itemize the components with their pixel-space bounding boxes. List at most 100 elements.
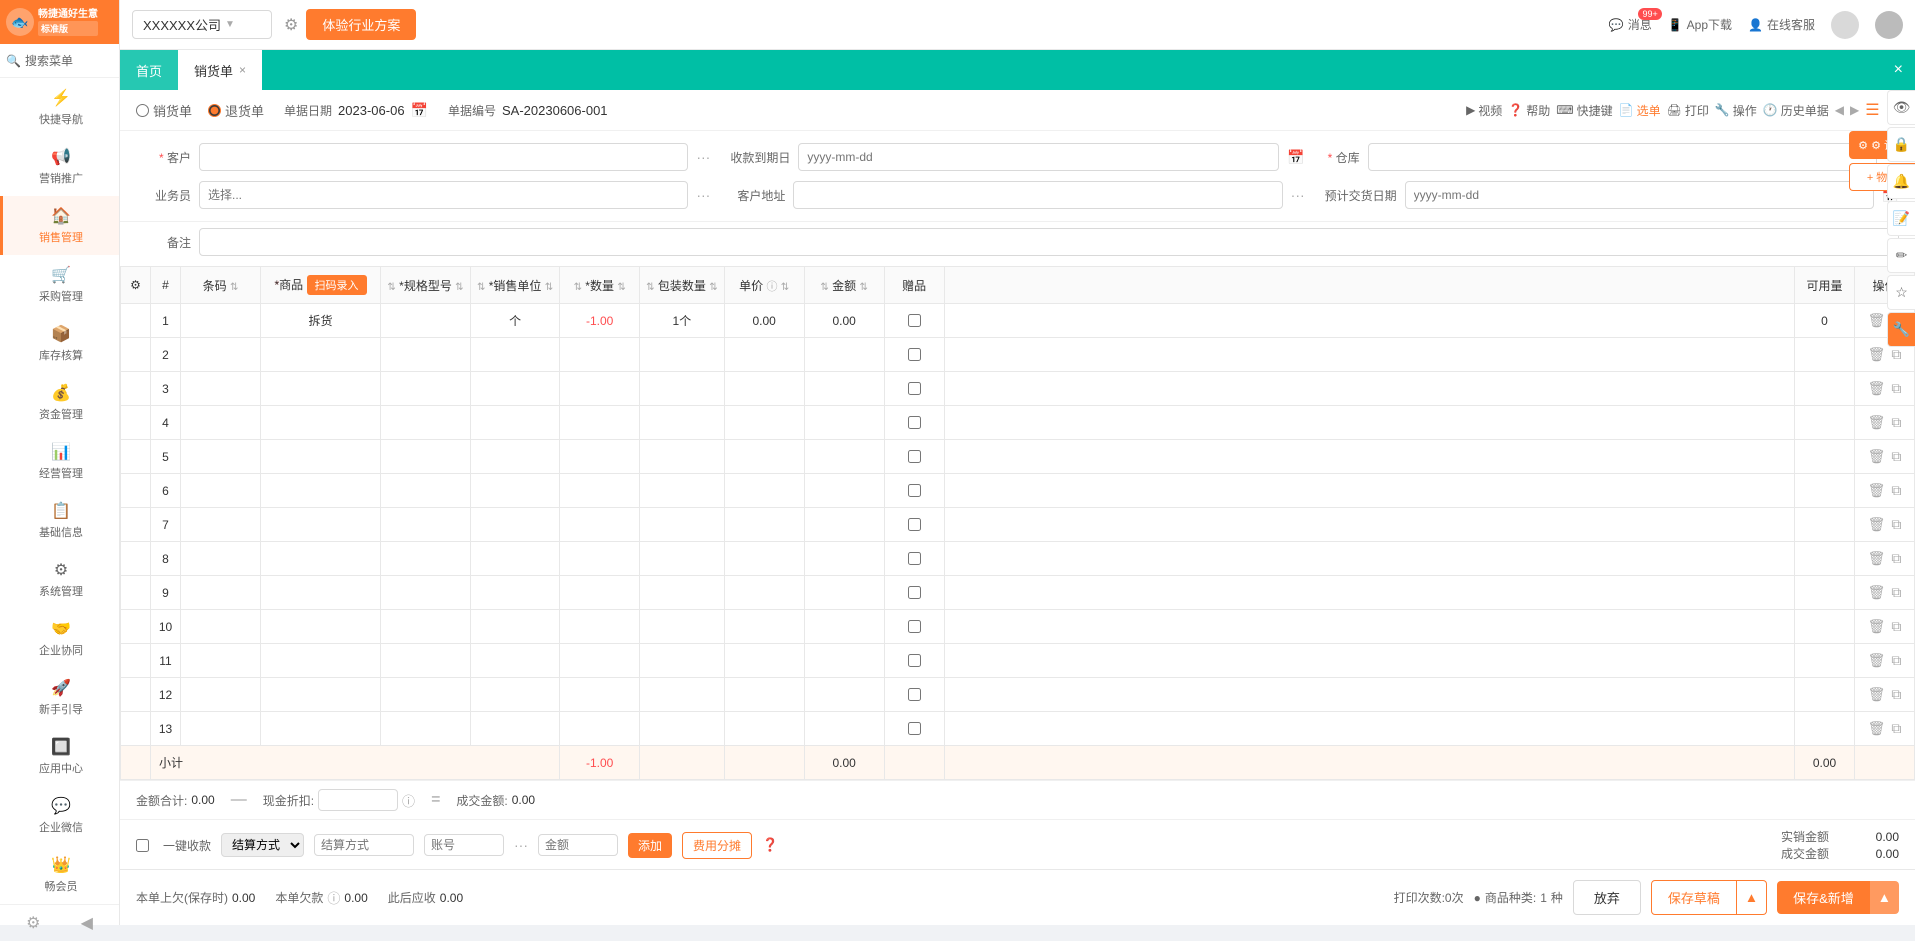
gift-checkbox[interactable] <box>908 450 921 463</box>
action-video[interactable]: ▶ 视频 <box>1466 102 1502 119</box>
message-item[interactable]: 💬 消息 99+ <box>1609 16 1652 33</box>
sidebar-item-operations[interactable]: 📊 经营管理 <box>0 432 119 491</box>
nav-prev-icon[interactable]: ◀ <box>1835 103 1844 117</box>
delete-icon[interactable]: 🗑 <box>1868 720 1886 737</box>
delete-icon[interactable]: 🗑 <box>1868 516 1886 533</box>
gift-checkbox[interactable] <box>908 484 921 497</box>
delete-icon[interactable]: 🗑 <box>1868 686 1886 703</box>
save-new-btn[interactable]: 保存&新增 <box>1777 881 1870 914</box>
salesperson-input[interactable] <box>199 181 688 209</box>
tab-sale-order[interactable]: 销货单 × <box>178 50 262 90</box>
gift-checkbox[interactable] <box>908 382 921 395</box>
gift-checkbox[interactable] <box>908 654 921 667</box>
trial-btn[interactable]: 体验行业方案 <box>306 9 416 40</box>
app-download-item[interactable]: 📱 App下载 <box>1668 16 1732 33</box>
sidebar-settings-icon[interactable]: ⚙ <box>26 913 40 933</box>
avatar[interactable] <box>1831 11 1859 39</box>
right-panel-btn-4[interactable]: 📝 <box>1887 201 1915 236</box>
right-panel-btn-3[interactable]: 🔔 <box>1887 164 1915 199</box>
sidebar-item-system[interactable]: ⚙ 系统管理 <box>0 550 119 609</box>
note-input[interactable] <box>199 228 1899 256</box>
settlement-input[interactable] <box>314 834 414 856</box>
td-pkgqty-1[interactable]: 1个 <box>640 304 724 338</box>
sidebar-item-marketing[interactable]: 📢 营销推广 <box>0 137 119 196</box>
sidebar-item-sales[interactable]: 🏠 销售管理 <box>0 196 119 255</box>
delete-icon[interactable]: 🗑 <box>1868 380 1886 397</box>
sidebar-item-basic-info[interactable]: 📋 基础信息 <box>0 491 119 550</box>
copy-icon[interactable]: ⧉ <box>1891 652 1901 669</box>
copy-icon[interactable]: ⧉ <box>1891 516 1901 533</box>
copy-icon[interactable]: ⧉ <box>1891 448 1901 465</box>
sidebar-item-apps[interactable]: 🔲 应用中心 <box>0 727 119 786</box>
copy-icon[interactable]: ⧉ <box>1891 584 1901 601</box>
copy-icon[interactable]: ⧉ <box>1891 380 1901 397</box>
action-history[interactable]: 🕐 历史单据 <box>1763 102 1829 119</box>
amount-input[interactable] <box>538 834 618 856</box>
add-payment-btn[interactable]: 添加 <box>628 833 672 858</box>
tab-home[interactable]: 首页 <box>120 50 178 90</box>
gift-checkbox[interactable] <box>908 518 921 531</box>
save-draft-arrow-btn[interactable]: ▲ <box>1737 880 1767 915</box>
right-panel-btn-7[interactable]: 🔧 <box>1887 312 1915 347</box>
th-setting[interactable]: ⚙ <box>121 267 151 304</box>
copy-icon[interactable]: ⧉ <box>1891 482 1901 499</box>
delete-icon[interactable]: 🗑 <box>1868 652 1886 669</box>
customer-addr-input[interactable] <box>793 181 1282 209</box>
td-qty-1[interactable]: -1.00 <box>560 304 640 338</box>
cash-discount-input[interactable] <box>318 789 398 811</box>
action-print[interactable]: 🖨 打印 <box>1667 102 1709 119</box>
online-support-item[interactable]: 👤 在线客服 <box>1748 16 1815 33</box>
sidebar-item-finance[interactable]: 💰 资金管理 <box>0 373 119 432</box>
payment-help-icon[interactable]: ❓ <box>762 837 778 853</box>
payment-due-calendar-icon[interactable]: 📅 <box>1287 149 1304 166</box>
gift-checkbox[interactable] <box>908 552 921 565</box>
td-spec-1[interactable] <box>381 304 471 338</box>
customer-input[interactable] <box>199 143 688 171</box>
sidebar-item-purchase[interactable]: 🛒 采购管理 <box>0 255 119 314</box>
payment-due-input[interactable] <box>798 143 1279 171</box>
shortage-help-icon[interactable]: ⓘ <box>327 888 340 907</box>
right-panel-btn-1[interactable]: 👁 <box>1887 90 1915 125</box>
td-gift-1[interactable] <box>884 304 944 338</box>
settlement-method-select[interactable]: 结算方式 <box>221 833 304 857</box>
action-select[interactable]: 📄 选单 <box>1619 102 1661 119</box>
td-barcode-1[interactable] <box>181 304 261 338</box>
cash-discount-help-icon[interactable]: ⓘ <box>402 791 415 810</box>
delete-icon[interactable]: 🗑 <box>1868 618 1886 635</box>
right-panel-btn-5[interactable]: ✏ <box>1887 238 1915 273</box>
radio-return-order[interactable]: 退货单 <box>208 101 264 120</box>
discard-btn[interactable]: 放弃 <box>1573 880 1641 915</box>
sidebar-item-guide[interactable]: 🚀 新手引导 <box>0 668 119 727</box>
price-info-icon[interactable]: ⓘ <box>766 281 777 293</box>
settings-icon[interactable]: ⚙ <box>284 15 298 35</box>
one-click-checkbox[interactable] <box>136 839 149 852</box>
copy-icon[interactable]: ⧉ <box>1891 686 1901 703</box>
radio-sale-input[interactable] <box>136 104 149 117</box>
gift-checkbox[interactable] <box>908 416 921 429</box>
gift-checkbox-1[interactable] <box>908 314 921 327</box>
sidebar-item-inventory[interactable]: 📦 库存核算 <box>0 314 119 373</box>
gift-checkbox[interactable] <box>908 586 921 599</box>
right-panel-btn-2[interactable]: 🔒 <box>1887 127 1915 162</box>
gift-checkbox[interactable] <box>908 722 921 735</box>
nav-next-icon[interactable]: ▶ <box>1850 103 1859 117</box>
copy-icon[interactable]: ⧉ <box>1891 346 1901 363</box>
copy-icon[interactable]: ⧉ <box>1891 414 1901 431</box>
delete-icon[interactable]: 🗑 <box>1868 448 1886 465</box>
delete-icon[interactable]: 🗑 <box>1868 346 1886 363</box>
gift-checkbox[interactable] <box>908 620 921 633</box>
radio-sale-order[interactable]: 销货单 <box>136 101 192 120</box>
radio-return-input[interactable] <box>208 104 221 117</box>
gift-checkbox[interactable] <box>908 348 921 361</box>
list-view-icon[interactable]: ☰ <box>1865 100 1879 120</box>
date-calendar-icon[interactable]: 📅 <box>411 102 428 119</box>
right-panel-btn-6[interactable]: ☆ <box>1887 275 1915 310</box>
delete-icon[interactable]: 🗑 <box>1868 550 1886 567</box>
warehouse-input[interactable]: 建材仓 <box>1368 143 1877 171</box>
save-draft-btn[interactable]: 保存草稿 <box>1651 880 1737 915</box>
company-selector[interactable]: XXXXXX公司 ▼ <box>132 10 272 39</box>
sidebar-item-member[interactable]: 👑 畅会员 <box>0 845 119 904</box>
expense-btn[interactable]: 费用分摊 <box>682 832 752 859</box>
tab-close-icon[interactable]: × <box>239 63 246 77</box>
action-help[interactable]: ❓ 帮助 <box>1508 102 1550 119</box>
